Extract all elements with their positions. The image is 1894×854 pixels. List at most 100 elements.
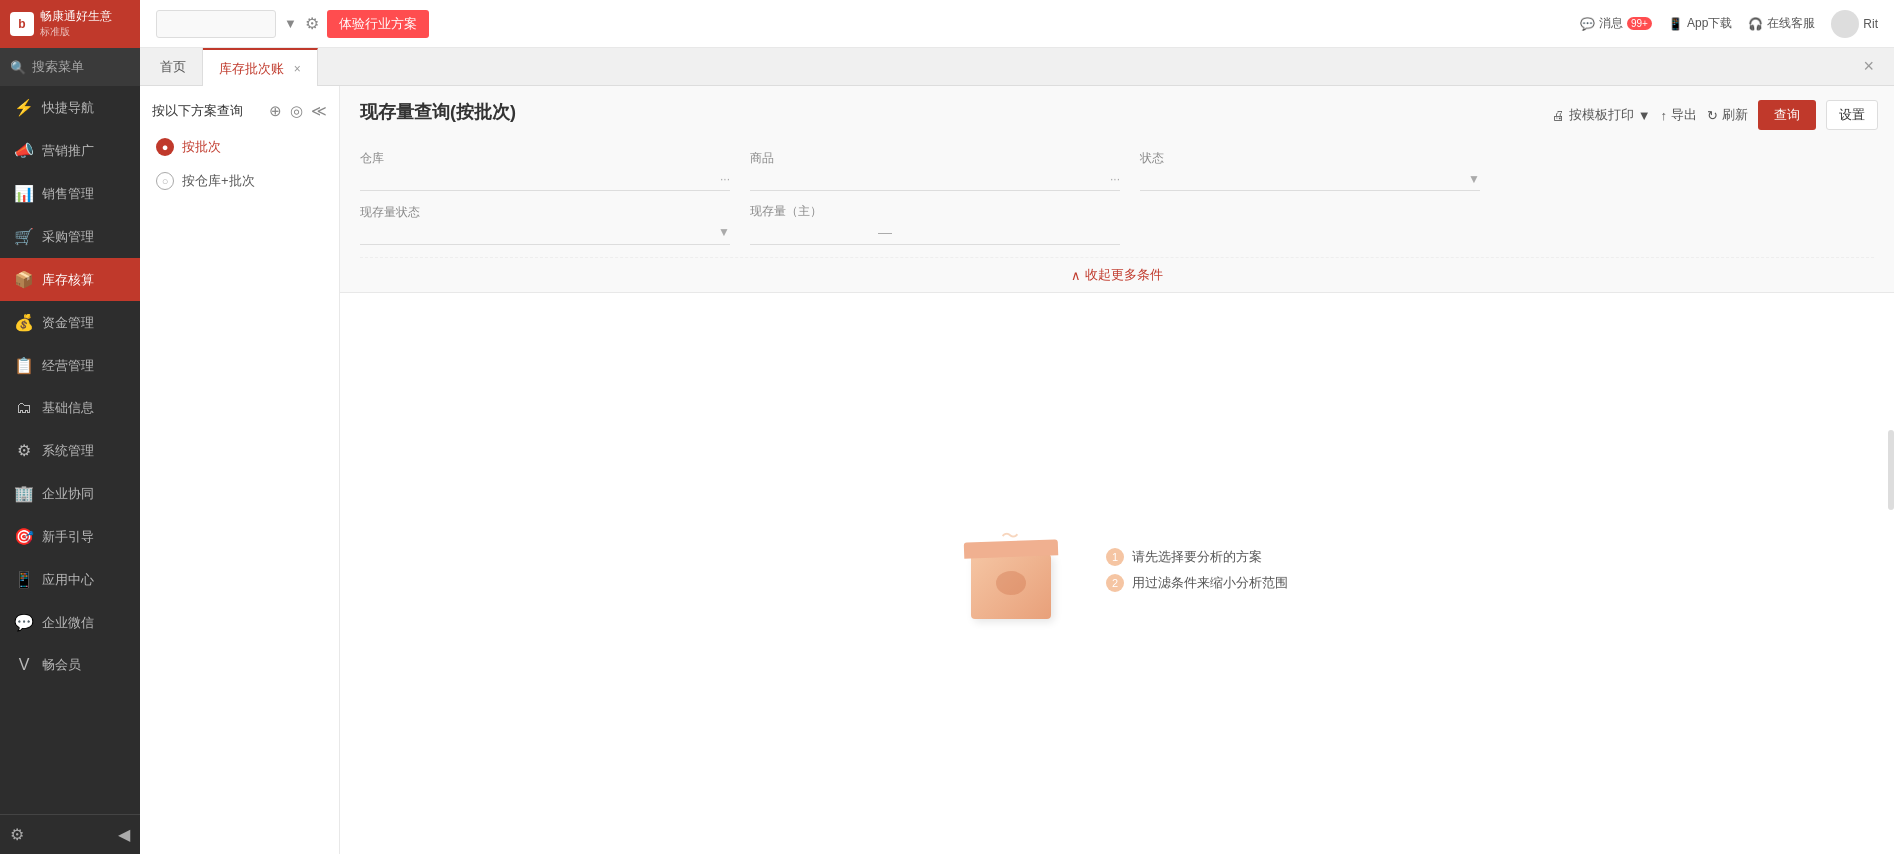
message-btn[interactable]: 💬 消息 99+	[1580, 15, 1652, 32]
stock-status-input-wrap: ▼	[360, 225, 730, 245]
sidebar-nav: ⚡ 快捷导航 📣 营销推广 📊 销售管理 🛒 采购管理 📦 库存核算 💰 资金管…	[0, 86, 140, 814]
print-dropdown-icon: ▼	[1638, 108, 1651, 123]
empty-illustration: 〜	[946, 519, 1076, 629]
topbar-left: ▼ ⚙ 体验行业方案	[156, 10, 1570, 38]
sidebar-item-sales[interactable]: 📊 销售管理	[0, 172, 140, 215]
topbar-right: 💬 消息 99+ 📱 App下载 🎧 在线客服 Rit	[1580, 10, 1878, 38]
online-service-btn[interactable]: 🎧 在线客服	[1748, 15, 1815, 32]
product-input[interactable]	[750, 171, 1110, 186]
export-btn[interactable]: ↑ 导出	[1661, 106, 1698, 124]
search-menu[interactable]: 🔍 搜索菜单	[0, 48, 140, 86]
status-label: 状态	[1140, 150, 1480, 167]
experience-btn[interactable]: 体验行业方案	[327, 10, 429, 38]
guide-icon: 🎯	[14, 527, 34, 546]
collapse-icon: ∧	[1071, 268, 1081, 283]
sidebar-item-purchase[interactable]: 🛒 采购管理	[0, 215, 140, 258]
scheme-item-by-warehouse-batch[interactable]: ○ 按仓库+批次	[140, 164, 339, 198]
warehouse-more-btn[interactable]: ···	[720, 172, 730, 186]
scheme-item-by-batch[interactable]: ● 按批次	[140, 130, 339, 164]
app-title: 畅康通好生意	[40, 9, 112, 25]
sidebar-item-marketing[interactable]: 📣 营销推广	[0, 129, 140, 172]
stock-amount-label: 现存量（主）	[750, 203, 1120, 220]
warehouse-input[interactable]	[360, 171, 720, 186]
sidebar-item-basic[interactable]: 🗂 基础信息	[0, 387, 140, 429]
finance-icon: 💰	[14, 313, 34, 332]
collapse-panel-btn[interactable]: ≪	[311, 102, 327, 120]
content-area: 按以下方案查询 ⊕ ◎ ≪ ● 按批次 ○ 按仓库+批次 现存量查询(按批次)	[140, 86, 1894, 854]
app-download-btn[interactable]: 📱 App下载	[1668, 15, 1732, 32]
sidebar-item-enterprise[interactable]: 🏢 企业协同	[0, 472, 140, 515]
refresh-label: 刷新	[1722, 106, 1748, 124]
tab-panel-close-icon[interactable]: ×	[1847, 56, 1890, 77]
sidebar-item-label: 企业协同	[42, 485, 94, 503]
tab-inventory-batch[interactable]: 库存批次账 ×	[203, 48, 318, 86]
left-panel-actions: ⊕ ◎ ≪	[269, 102, 327, 120]
hint-1: 1 请先选择要分析的方案	[1106, 548, 1288, 566]
export-icon: ↑	[1661, 108, 1668, 123]
user-profile[interactable]: Rit	[1831, 10, 1878, 38]
tab-inventory-batch-label: 库存批次账	[219, 61, 284, 76]
status-input-wrap: ▼	[1140, 171, 1480, 191]
stock-status-label: 现存量状态	[360, 204, 730, 221]
quick-nav-icon: ⚡	[14, 98, 34, 117]
avatar	[1831, 10, 1859, 38]
stock-amount-to[interactable]	[900, 225, 1020, 240]
collapse-sidebar-icon[interactable]: ◀	[118, 825, 130, 844]
sidebar-item-finance[interactable]: 💰 资金管理	[0, 301, 140, 344]
sidebar-item-operations[interactable]: 📋 经营管理	[0, 344, 140, 387]
tab-home[interactable]: 首页	[144, 48, 203, 86]
product-more-btn[interactable]: ···	[1110, 172, 1120, 186]
online-service-label: 在线客服	[1767, 15, 1815, 32]
stock-amount-from[interactable]	[750, 225, 870, 240]
settings-icon[interactable]: ⚙	[10, 825, 24, 844]
tab-home-label: 首页	[160, 59, 186, 74]
sidebar-item-system[interactable]: ⚙ 系统管理	[0, 429, 140, 472]
inventory-icon: 📦	[14, 270, 34, 289]
sidebar-item-label: 基础信息	[42, 399, 94, 417]
purchase-icon: 🛒	[14, 227, 34, 246]
empty-state: 〜 1 请先选择要分析的方案 2 用过滤条件来缩小分析范围	[340, 293, 1894, 854]
add-scheme-btn[interactable]: ⊕	[269, 102, 282, 120]
filter-collapse-btn[interactable]: ∧ 收起更多条件	[360, 257, 1874, 292]
left-panel-title: 按以下方案查询	[152, 102, 243, 120]
app-logo: b	[10, 12, 34, 36]
sidebar-item-label: 畅会员	[42, 656, 81, 674]
tab-close-icon[interactable]: ×	[294, 62, 301, 76]
topbar-search-input[interactable]	[156, 10, 276, 38]
topbar-gear-btn[interactable]: ⚙	[305, 14, 319, 33]
tabs-bar: 首页 库存批次账 × ×	[140, 48, 1894, 86]
status-select[interactable]	[1140, 171, 1468, 186]
stock-status-dropdown-icon[interactable]: ▼	[718, 225, 730, 239]
username-label: Rit	[1863, 17, 1878, 31]
scheme-by-warehouse-batch-icon: ○	[156, 172, 174, 190]
settings-btn[interactable]: 设置	[1826, 100, 1878, 130]
sidebar-item-inventory[interactable]: 📦 库存核算	[0, 258, 140, 301]
stock-amount-dash: —	[878, 224, 892, 240]
sidebar-item-vip[interactable]: V 畅会员	[0, 644, 140, 686]
sidebar-item-guide[interactable]: 🎯 新手引导	[0, 515, 140, 558]
refresh-btn[interactable]: ↻ 刷新	[1707, 106, 1748, 124]
basic-icon: 🗂	[14, 399, 34, 417]
query-btn[interactable]: 查询	[1758, 100, 1816, 130]
sidebar-item-quick-nav[interactable]: ⚡ 快捷导航	[0, 86, 140, 129]
stock-status-select[interactable]	[360, 225, 718, 240]
empty-hints: 1 请先选择要分析的方案 2 用过滤条件来缩小分析范围	[1106, 548, 1288, 600]
sidebar-item-appcenter[interactable]: 📱 应用中心	[0, 558, 140, 601]
sidebar-item-wechat[interactable]: 💬 企业微信	[0, 601, 140, 644]
app-download-label: App下载	[1687, 15, 1732, 32]
main-area: ▼ ⚙ 体验行业方案 💬 消息 99+ 📱 App下载 🎧 在线客服 Rit	[140, 0, 1894, 854]
sidebar-item-label: 营销推广	[42, 142, 94, 160]
print-btn[interactable]: 🖨 按模板打印 ▼	[1552, 106, 1651, 124]
message-label: 消息	[1599, 15, 1623, 32]
message-badge: 99+	[1627, 17, 1652, 30]
scroll-indicator[interactable]	[1888, 430, 1894, 510]
status-dropdown-icon[interactable]: ▼	[1468, 172, 1480, 186]
left-panel: 按以下方案查询 ⊕ ◎ ≪ ● 按批次 ○ 按仓库+批次	[140, 86, 340, 854]
warehouse-label: 仓库	[360, 150, 730, 167]
scheme-settings-btn[interactable]: ◎	[290, 102, 303, 120]
toolbar-right: 🖨 按模板打印 ▼ ↑ 导出 ↻ 刷新 查询 设置	[1552, 100, 1878, 130]
operations-icon: 📋	[14, 356, 34, 375]
print-icon: 🖨	[1552, 108, 1565, 123]
sidebar-item-label: 销售管理	[42, 185, 94, 203]
topbar-dropdown-btn[interactable]: ▼	[284, 16, 297, 31]
